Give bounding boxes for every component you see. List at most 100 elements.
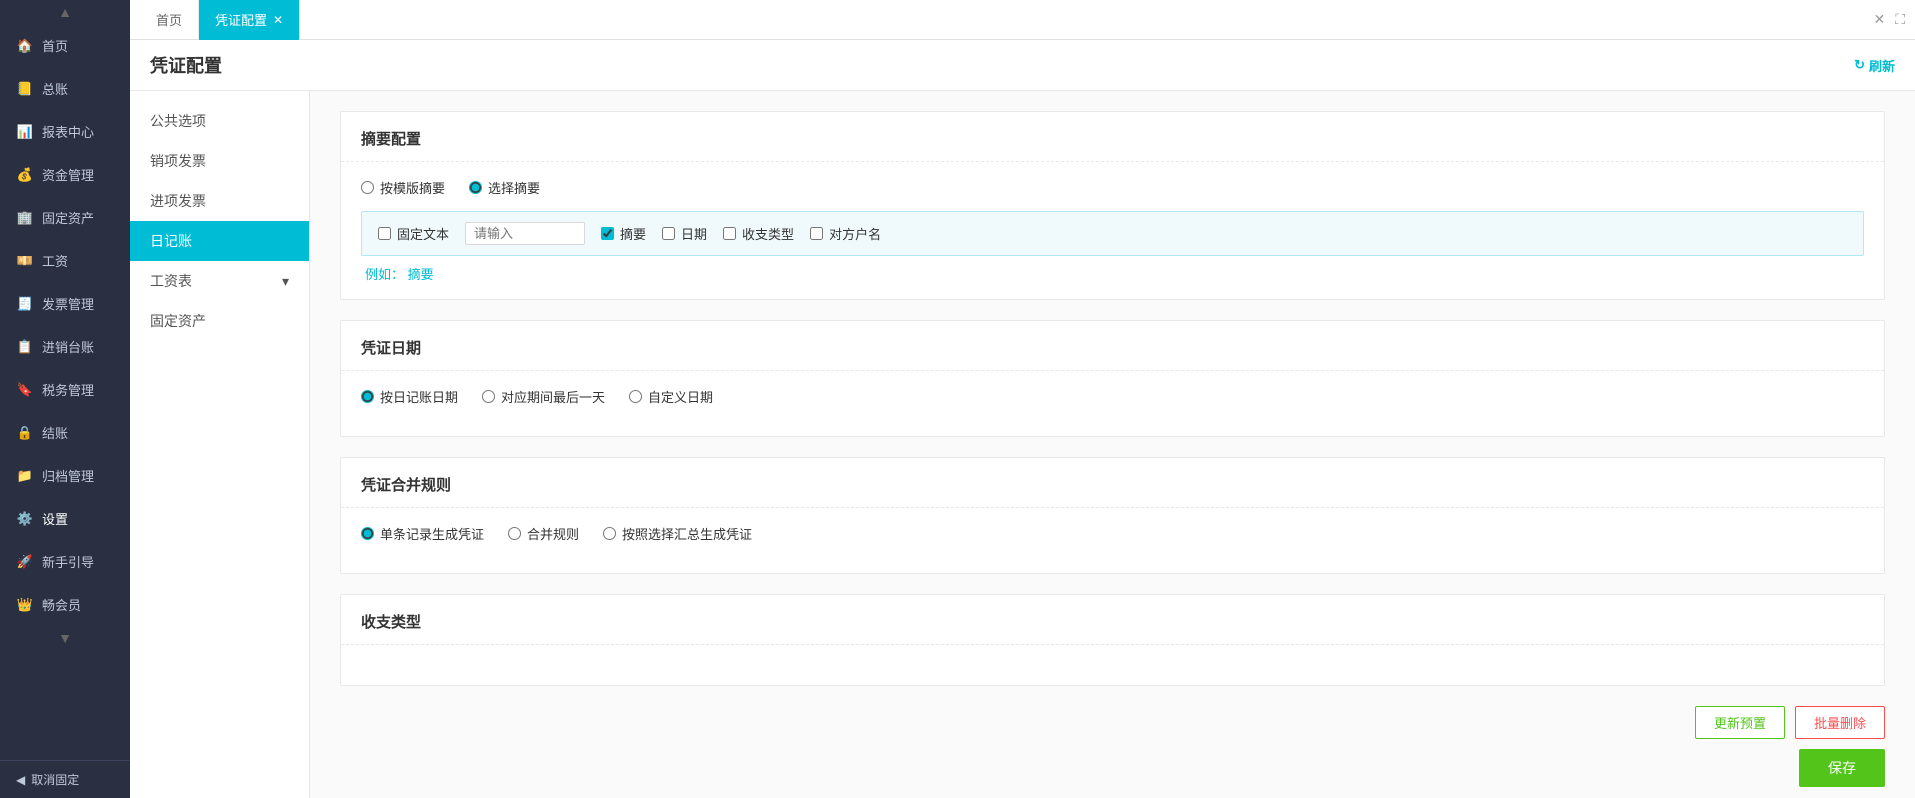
sidebar-item-invoice-mgmt[interactable]: 🧾 发票管理 xyxy=(0,282,130,325)
nav-item-salary-table[interactable]: 工资表 ▾ xyxy=(130,261,309,301)
sidebar-item-label: 报表中心 xyxy=(42,122,94,141)
sidebar-item-funds[interactable]: 💰 资金管理 xyxy=(0,153,130,196)
nav-item-journal[interactable]: 日记账 xyxy=(130,221,309,261)
batch-delete-button[interactable]: 批量删除 xyxy=(1795,706,1885,739)
merge-rules-section-title: 凭证合并规则 xyxy=(341,458,1884,508)
sidebar-item-vip[interactable]: 👑 畅会员 xyxy=(0,583,130,626)
nav-public-label: 公共选项 xyxy=(150,111,206,131)
summary-label: 摘要 xyxy=(620,224,646,243)
tab-right-icons: ✕ ⛶ xyxy=(1873,11,1905,28)
summary-checkbox[interactable] xyxy=(601,227,614,240)
last-due-date-radio[interactable] xyxy=(482,390,495,403)
fixed-text-checkbox[interactable] xyxy=(378,227,391,240)
last-due-date-option[interactable]: 对应期间最后一天 xyxy=(482,387,605,406)
custom-date-label: 自定义日期 xyxy=(648,387,713,406)
tab-close-button[interactable]: ✕ xyxy=(273,13,283,27)
sidebar-item-label: 进销台账 xyxy=(42,337,94,356)
summary-section: 摘要配置 按模版摘要 选择摘要 xyxy=(340,111,1885,300)
counterparty-checkbox-label[interactable]: 对方户名 xyxy=(810,224,881,243)
sidebar-item-label: 畅会员 xyxy=(42,595,81,614)
main-area: 首页 凭证配置 ✕ ✕ ⛶ 凭证配置 ↻ 刷新 公共选项 xyxy=(130,0,1915,798)
sidebar-item-tax[interactable]: 🔖 税务管理 xyxy=(0,368,130,411)
select-summary-gen-radio[interactable] xyxy=(603,527,616,540)
sidebar-item-home[interactable]: 🏠 首页 xyxy=(0,24,130,67)
sidebar-item-closing[interactable]: 🔒 结账 xyxy=(0,411,130,454)
income-type-section-title: 收支类型 xyxy=(341,595,1884,645)
nav-item-fixed-assets[interactable]: 固定资产 xyxy=(130,301,309,341)
tab-voucher-config-label: 凭证配置 xyxy=(215,10,267,29)
merge-rules-label: 合并规则 xyxy=(527,524,579,543)
income-type-checkbox-label[interactable]: 收支类型 xyxy=(723,224,794,243)
sidebar-item-label: 结账 xyxy=(42,423,68,442)
page-header: 凭证配置 ↻ 刷新 xyxy=(130,40,1915,91)
chevron-down-icon: ▾ xyxy=(282,273,289,290)
home-icon: 🏠 xyxy=(16,37,34,55)
custom-date-option[interactable]: 自定义日期 xyxy=(629,387,713,406)
date-checkbox[interactable] xyxy=(662,227,675,240)
select-summary-gen-option[interactable]: 按照选择汇总生成凭证 xyxy=(603,524,752,543)
date-label: 日期 xyxy=(681,224,707,243)
refresh-label: 刷新 xyxy=(1869,56,1895,75)
voucher-date-section: 凭证日期 按日记账日期 对应期间最后一天 xyxy=(340,320,1885,437)
income-type-section: 收支类型 xyxy=(340,594,1885,686)
update-preview-button[interactable]: 更新预置 xyxy=(1695,706,1785,739)
refresh-button[interactable]: ↻ 刷新 xyxy=(1854,56,1895,75)
report-icon: 📊 xyxy=(16,123,34,141)
assets-icon: 🏢 xyxy=(16,209,34,227)
nav-item-sales-invoice[interactable]: 销项发票 xyxy=(130,141,309,181)
vip-icon: 👑 xyxy=(16,596,34,614)
sidebar-item-salary[interactable]: 💴 工资 xyxy=(0,239,130,282)
merge-rules-radio-group: 单条记录生成凭证 合并规则 按照选择汇总生成凭证 xyxy=(361,524,1864,543)
nav-purchase-invoice-label: 进项发票 xyxy=(150,191,206,211)
nav-item-public[interactable]: 公共选项 xyxy=(130,101,309,141)
select-summary-option[interactable]: 选择摘要 xyxy=(469,178,540,197)
fixed-text-input[interactable] xyxy=(465,222,585,245)
right-panel: 摘要配置 按模版摘要 选择摘要 xyxy=(310,91,1915,798)
income-type-checkbox[interactable] xyxy=(723,227,736,240)
by-journal-date-option[interactable]: 按日记账日期 xyxy=(361,387,458,406)
save-button[interactable]: 保存 xyxy=(1799,749,1885,787)
sidebar-item-label: 设置 xyxy=(42,509,68,528)
select-summary-radio[interactable] xyxy=(469,181,482,194)
sidebar-item-purchase-sales[interactable]: 📋 进销台账 xyxy=(0,325,130,368)
single-record-radio[interactable] xyxy=(361,527,374,540)
date-checkbox-label[interactable]: 日期 xyxy=(662,224,707,243)
refresh-icon: ↻ xyxy=(1854,57,1865,73)
merge-rules-radio[interactable] xyxy=(508,527,521,540)
sidebar-item-label: 工资 xyxy=(42,251,68,270)
example-prefix: 例如： xyxy=(365,267,404,282)
sidebar-scroll-up[interactable]: ▲ xyxy=(0,0,130,24)
content-area: 凭证配置 ↻ 刷新 公共选项 销项发票 进项发票 日记账 xyxy=(130,40,1915,798)
single-record-option[interactable]: 单条记录生成凭证 xyxy=(361,524,484,543)
sidebar-item-label: 归档管理 xyxy=(42,466,94,485)
merge-rules-option[interactable]: 合并规则 xyxy=(508,524,579,543)
template-summary-radio[interactable] xyxy=(361,181,374,194)
nav-item-purchase-invoice[interactable]: 进项发票 xyxy=(130,181,309,221)
income-type-label: 收支类型 xyxy=(742,224,794,243)
sidebar-scroll-down[interactable]: ▼ xyxy=(0,626,130,650)
counterparty-checkbox[interactable] xyxy=(810,227,823,240)
by-journal-date-radio[interactable] xyxy=(361,390,374,403)
sidebar-item-report[interactable]: 📊 报表中心 xyxy=(0,110,130,153)
tab-voucher-config[interactable]: 凭证配置 ✕ xyxy=(199,0,300,40)
tab-home[interactable]: 首页 xyxy=(140,0,199,40)
sidebar-unpin-button[interactable]: ◀ 取消固定 xyxy=(0,760,130,798)
example-value: 摘要 xyxy=(408,267,434,282)
sidebar-item-archive[interactable]: 📁 归档管理 xyxy=(0,454,130,497)
sidebar-item-settings[interactable]: ⚙️ 设置 xyxy=(0,497,130,540)
restore-window-icon[interactable]: ⛶ xyxy=(1895,11,1905,28)
tab-bar: 首页 凭证配置 ✕ ✕ ⛶ xyxy=(130,0,1915,40)
summary-section-body: 按模版摘要 选择摘要 固定文本 xyxy=(341,162,1884,299)
fixed-text-checkbox-label[interactable]: 固定文本 xyxy=(378,224,449,243)
settings-icon: ⚙️ xyxy=(16,510,34,528)
sidebar-item-assets[interactable]: 🏢 固定资产 xyxy=(0,196,130,239)
summary-checkbox-label[interactable]: 摘要 xyxy=(601,224,646,243)
sidebar-item-guide[interactable]: 🚀 新手引导 xyxy=(0,540,130,583)
fixed-text-label: 固定文本 xyxy=(397,224,449,243)
close-window-icon[interactable]: ✕ xyxy=(1873,11,1885,28)
sidebar-item-ledger[interactable]: 📒 总账 xyxy=(0,67,130,110)
template-summary-option[interactable]: 按模版摘要 xyxy=(361,178,445,197)
template-summary-label: 按模版摘要 xyxy=(380,178,445,197)
left-nav: 公共选项 销项发票 进项发票 日记账 工资表 ▾ 固定资产 xyxy=(130,91,310,798)
custom-date-radio[interactable] xyxy=(629,390,642,403)
